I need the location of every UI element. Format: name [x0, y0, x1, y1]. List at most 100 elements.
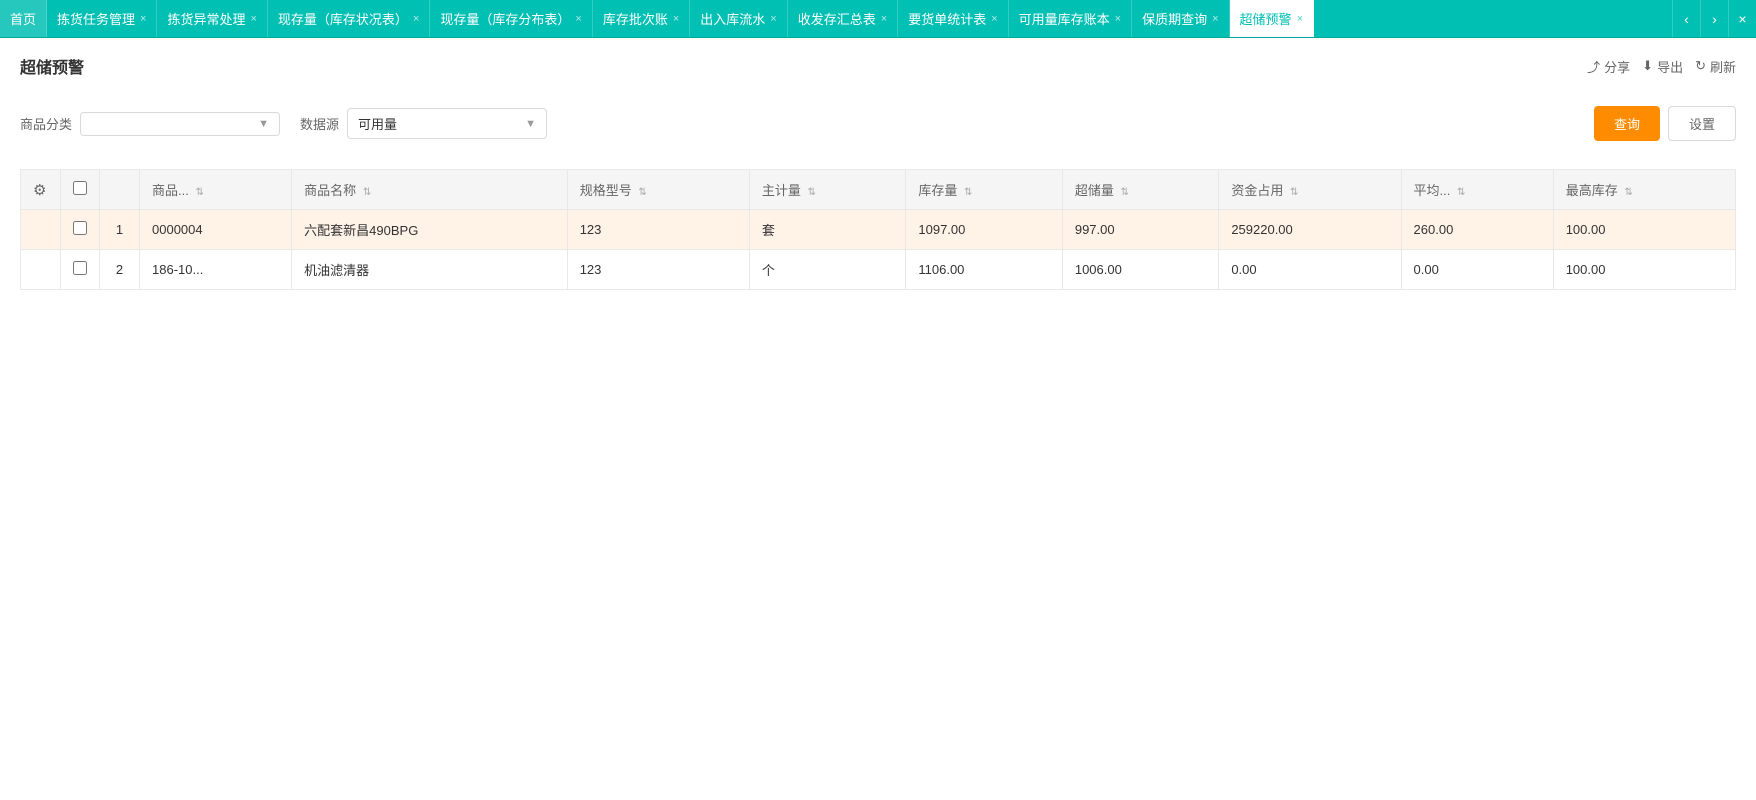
- th-code-sort-icon: ⇅: [195, 187, 203, 198]
- td-stock-1: 1106.00: [906, 250, 1062, 290]
- datasource-select-value: 可用量: [358, 114, 397, 133]
- page-content: 超储预警 ⤴ 分享 ⬇ 导出 ↻ 刷新 商品分类 ▼ 数据源: [0, 38, 1756, 800]
- nav-close-stock-dist[interactable]: ×: [575, 13, 581, 25]
- nav-item-batch[interactable]: 库存批次账 ×: [593, 0, 690, 38]
- nav-close-batch[interactable]: ×: [673, 13, 679, 25]
- th-overstock-sort-icon: ⇅: [1120, 187, 1128, 198]
- td-name-1: 机油滤清器: [292, 250, 568, 290]
- td-num-1: 2: [100, 250, 140, 290]
- nav-close-expiry[interactable]: ×: [1212, 13, 1218, 25]
- th-spec[interactable]: 规格型号 ⇅: [567, 170, 749, 210]
- th-capital[interactable]: 资金占用 ⇅: [1219, 170, 1401, 210]
- category-select[interactable]: ▼: [80, 112, 280, 136]
- export-button[interactable]: ⬇ 导出: [1642, 57, 1683, 76]
- th-overstock[interactable]: 超储量 ⇅: [1062, 170, 1218, 210]
- th-avg[interactable]: 平均... ⇅: [1401, 170, 1553, 210]
- nav-close-stock-status[interactable]: ×: [413, 13, 419, 25]
- td-checkbox-1[interactable]: [61, 250, 100, 290]
- nav-arrows: ‹ › ×: [1672, 0, 1756, 38]
- data-table: ⚙ 商品... ⇅ 商品名称 ⇅ 规格型号 ⇅: [20, 169, 1736, 290]
- th-stock-sort-icon: ⇅: [964, 187, 972, 198]
- nav-bar: 首页 拣货任务管理 × 拣货异常处理 × 现存量（库存状况表） × 现存量（库存…: [0, 0, 1756, 38]
- refresh-icon: ↻: [1695, 58, 1706, 74]
- nav-item-stock-dist[interactable]: 现存量（库存分布表） ×: [430, 0, 592, 38]
- refresh-label: 刷新: [1710, 57, 1736, 76]
- th-maxstock[interactable]: 最高库存 ⇅: [1553, 170, 1735, 210]
- td-spec-1: 123: [567, 250, 749, 290]
- nav-label-avail-stock: 可用量库存账本: [1019, 9, 1110, 28]
- td-maxstock-1: 100.00: [1553, 250, 1735, 290]
- td-maxstock-0: 100.00: [1553, 210, 1735, 250]
- datasource-select[interactable]: 可用量 ▼: [347, 108, 547, 139]
- nav-close-overstock[interactable]: ×: [1297, 13, 1303, 25]
- nav-item-home[interactable]: 首页: [0, 0, 47, 38]
- settings-button[interactable]: 设置: [1668, 106, 1736, 141]
- nav-close-all[interactable]: ×: [1728, 0, 1756, 38]
- td-avg-0: 260.00: [1401, 210, 1553, 250]
- header-actions: ⤴ 分享 ⬇ 导出 ↻ 刷新: [1587, 57, 1736, 76]
- td-capital-1: 0.00: [1219, 250, 1401, 290]
- settings-gear-icon[interactable]: ⚙: [33, 182, 46, 199]
- row-checkbox-1[interactable]: [73, 261, 87, 275]
- td-name-0: 六配套新昌490BPG: [292, 210, 568, 250]
- share-button[interactable]: ⤴ 分享: [1587, 57, 1630, 76]
- page-header: 超储预警 ⤴ 分享 ⬇ 导出 ↻ 刷新: [20, 54, 1736, 78]
- nav-close-abnormal[interactable]: ×: [250, 13, 256, 25]
- select-all-checkbox[interactable]: [73, 181, 87, 195]
- nav-close-summary[interactable]: ×: [881, 13, 887, 25]
- th-stock[interactable]: 库存量 ⇅: [906, 170, 1062, 210]
- table-row: 2 186-10... 机油滤清器 123 个 1106.00 1006.00 …: [21, 250, 1736, 290]
- nav-item-abnormal[interactable]: 拣货异常处理 ×: [157, 0, 267, 38]
- nav-label-batch: 库存批次账: [603, 9, 668, 28]
- th-spec-sort-icon: ⇅: [638, 187, 646, 198]
- nav-label-overstock: 超储预警: [1240, 9, 1292, 28]
- table-header-row: ⚙ 商品... ⇅ 商品名称 ⇅ 规格型号 ⇅: [21, 170, 1736, 210]
- nav-item-order-stat[interactable]: 要货单统计表 ×: [898, 0, 1008, 38]
- nav-prev-arrow[interactable]: ‹: [1672, 0, 1700, 38]
- td-num-0: 1: [100, 210, 140, 250]
- td-overstock-0: 997.00: [1062, 210, 1218, 250]
- th-name[interactable]: 商品名称 ⇅: [292, 170, 568, 210]
- nav-item-summary[interactable]: 收发存汇总表 ×: [788, 0, 898, 38]
- td-code-1: 186-10...: [140, 250, 292, 290]
- th-unit[interactable]: 主计量 ⇅: [749, 170, 905, 210]
- query-button[interactable]: 查询: [1594, 106, 1660, 141]
- td-capital-0: 259220.00: [1219, 210, 1401, 250]
- th-unit-label: 主计量: [762, 183, 801, 198]
- th-checkbox[interactable]: [61, 170, 100, 210]
- td-spec-0: 123: [567, 210, 749, 250]
- td-code-0: 0000004: [140, 210, 292, 250]
- nav-close-avail-stock[interactable]: ×: [1115, 13, 1121, 25]
- category-filter-label: 商品分类: [20, 114, 72, 133]
- nav-item-task[interactable]: 拣货任务管理 ×: [47, 0, 157, 38]
- nav-close-task[interactable]: ×: [140, 13, 146, 25]
- nav-label-order-stat: 要货单统计表: [908, 9, 986, 28]
- nav-label-home: 首页: [10, 9, 36, 28]
- nav-close-flow[interactable]: ×: [770, 13, 776, 25]
- nav-item-overstock[interactable]: 超储预警 ×: [1230, 0, 1314, 38]
- nav-item-stock-status[interactable]: 现存量（库存状况表） ×: [268, 0, 430, 38]
- nav-label-flow: 出入库流水: [700, 9, 765, 28]
- category-filter-group: 商品分类 ▼: [20, 112, 280, 136]
- th-spec-label: 规格型号: [580, 183, 632, 198]
- th-settings[interactable]: ⚙: [21, 170, 61, 210]
- nav-item-avail-stock[interactable]: 可用量库存账本 ×: [1009, 0, 1132, 38]
- td-avg-1: 0.00: [1401, 250, 1553, 290]
- nav-close-order-stat[interactable]: ×: [991, 13, 997, 25]
- row-checkbox-0[interactable]: [73, 221, 87, 235]
- refresh-button[interactable]: ↻ 刷新: [1695, 57, 1736, 76]
- nav-label-task: 拣货任务管理: [57, 9, 135, 28]
- td-settings-0: [21, 210, 61, 250]
- td-settings-1: [21, 250, 61, 290]
- th-code[interactable]: 商品... ⇅: [140, 170, 292, 210]
- nav-item-expiry[interactable]: 保质期查询 ×: [1132, 0, 1229, 38]
- nav-next-arrow[interactable]: ›: [1700, 0, 1728, 38]
- td-unit-0: 套: [749, 210, 905, 250]
- th-num: [100, 170, 140, 210]
- nav-label-stock-dist: 现存量（库存分布表）: [440, 9, 570, 28]
- td-checkbox-0[interactable]: [61, 210, 100, 250]
- nav-item-flow[interactable]: 出入库流水 ×: [690, 0, 787, 38]
- th-stock-label: 库存量: [918, 183, 957, 198]
- nav-label-summary: 收发存汇总表: [798, 9, 876, 28]
- th-avg-label: 平均...: [1414, 183, 1451, 198]
